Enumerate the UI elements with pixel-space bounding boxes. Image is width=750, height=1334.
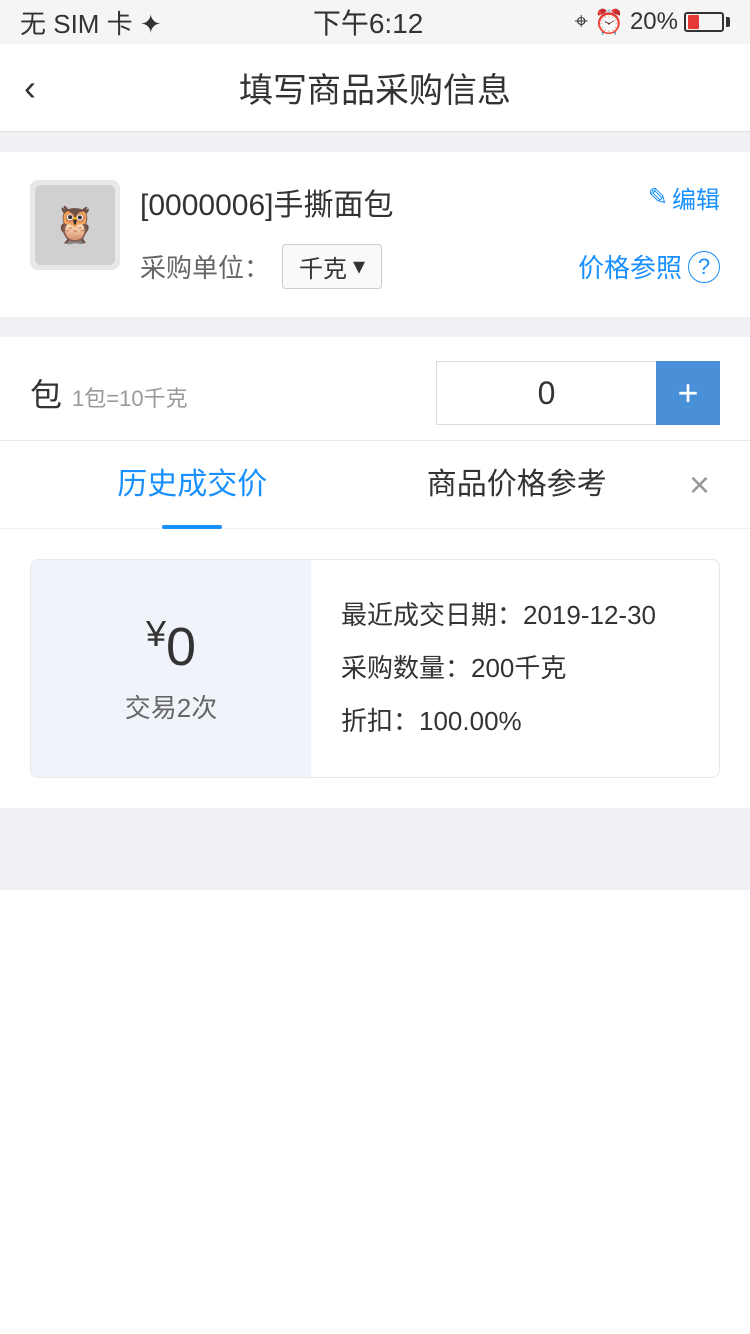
back-button[interactable]: ‹ bbox=[24, 67, 36, 109]
trades-label: 交易2次 bbox=[125, 688, 217, 725]
edit-icon: ✎ bbox=[648, 183, 668, 212]
quantity-detail-value: 200千克 bbox=[471, 653, 566, 683]
quantity-detail-label: 采购数量： bbox=[341, 653, 471, 683]
section-divider bbox=[0, 317, 750, 337]
price-reference-button[interactable]: 价格参照 ? bbox=[578, 248, 720, 285]
price-card-left: ¥0 交易2次 bbox=[31, 560, 311, 777]
product-top: 🦉 [0000006]手撕面包 ✎ 编辑 采购单位： 千克 ▾ bbox=[30, 180, 720, 289]
plus-icon: + bbox=[677, 372, 698, 414]
recent-date-label: 最近成交日期： bbox=[341, 600, 523, 630]
dropdown-arrow-icon: ▾ bbox=[353, 252, 365, 281]
price-amount: ¥0 bbox=[146, 613, 196, 678]
price-card: ¥0 交易2次 最近成交日期：2019-12-30 采购数量：200千克 折扣：… bbox=[30, 559, 720, 778]
alarm-icon: ⏰ bbox=[594, 8, 624, 37]
product-image-inner: 🦉 bbox=[35, 185, 115, 265]
close-button[interactable]: × bbox=[679, 464, 720, 506]
unit-value: 千克 bbox=[299, 249, 347, 284]
tab-product-price-ref[interactable]: 商品价格参考 bbox=[354, 441, 678, 529]
status-bar: 无 SIM 卡 ✦ 下午6:12 ⌖ ⏰ 20% bbox=[0, 0, 750, 44]
page-title: 填写商品采购信息 bbox=[239, 63, 511, 112]
question-icon: ? bbox=[688, 251, 720, 283]
quantity-row: 包 1包=10千克 0 + bbox=[0, 337, 750, 449]
product-thumbnail-icon: 🦉 bbox=[53, 204, 98, 246]
quantity-label-wrap: 包 1包=10千克 bbox=[30, 370, 188, 416]
quantity-row-detail: 采购数量：200千克 bbox=[341, 649, 689, 688]
price-modal: 历史成交价 商品价格参考 × ¥0 交易2次 最近成交日期：2019-12-30… bbox=[0, 440, 750, 808]
product-unit-row: 采购单位： 千克 ▾ 价格参照 ? bbox=[140, 244, 720, 289]
quantity-value: 0 bbox=[538, 375, 556, 412]
tab-content: ¥0 交易2次 最近成交日期：2019-12-30 采购数量：200千克 折扣：… bbox=[0, 529, 750, 808]
quantity-plus-button[interactable]: + bbox=[656, 361, 720, 425]
product-header: [0000006]手撕面包 ✎ 编辑 bbox=[140, 180, 720, 224]
unit-left: 采购单位： 千克 ▾ bbox=[140, 244, 382, 289]
battery-icon bbox=[684, 12, 730, 32]
unit-select[interactable]: 千克 ▾ bbox=[282, 244, 382, 289]
unit-label: 采购单位： bbox=[140, 248, 270, 285]
tabs-bar: 历史成交价 商品价格参考 × bbox=[0, 441, 750, 529]
status-right: ⌖ ⏰ 20% bbox=[575, 8, 730, 37]
recent-date-row: 最近成交日期：2019-12-30 bbox=[341, 596, 689, 635]
edit-label: 编辑 bbox=[672, 180, 720, 215]
nav-bar: ‹ 填写商品采购信息 bbox=[0, 44, 750, 132]
product-card: 🦉 [0000006]手撕面包 ✎ 编辑 采购单位： 千克 ▾ bbox=[0, 152, 750, 317]
discount-label: 折扣： bbox=[341, 706, 419, 736]
discount-value: 100.00% bbox=[419, 706, 522, 736]
currency-symbol: ¥ bbox=[146, 613, 166, 654]
discount-row: 折扣：100.00% bbox=[341, 702, 689, 741]
tab-history-price[interactable]: 历史成交价 bbox=[30, 441, 354, 529]
signal-text: 无 SIM 卡 ✦ bbox=[20, 4, 162, 41]
product-image: 🦉 bbox=[30, 180, 120, 270]
price-ref-label: 价格参照 bbox=[578, 248, 682, 285]
product-name: [0000006]手撕面包 bbox=[140, 180, 393, 224]
quantity-sub-label: 1包=10千克 bbox=[72, 381, 188, 413]
battery-percent: 20% bbox=[630, 8, 678, 36]
quantity-unit-label: 包 bbox=[30, 370, 62, 416]
status-time: 下午6:12 bbox=[313, 2, 424, 42]
recent-date-value: 2019-12-30 bbox=[523, 600, 656, 630]
quantity-input[interactable]: 0 bbox=[436, 361, 656, 425]
location-icon: ⌖ bbox=[575, 8, 589, 36]
status-left: 无 SIM 卡 ✦ bbox=[20, 4, 162, 41]
edit-button[interactable]: ✎ 编辑 bbox=[648, 180, 720, 215]
price-card-right: 最近成交日期：2019-12-30 采购数量：200千克 折扣：100.00% bbox=[311, 560, 719, 777]
quantity-control: 0 + bbox=[436, 361, 720, 425]
bottom-area bbox=[0, 890, 750, 1334]
product-info: [0000006]手撕面包 ✎ 编辑 采购单位： 千克 ▾ 价格参照 ? bbox=[140, 180, 720, 289]
price-value: 0 bbox=[166, 617, 196, 677]
